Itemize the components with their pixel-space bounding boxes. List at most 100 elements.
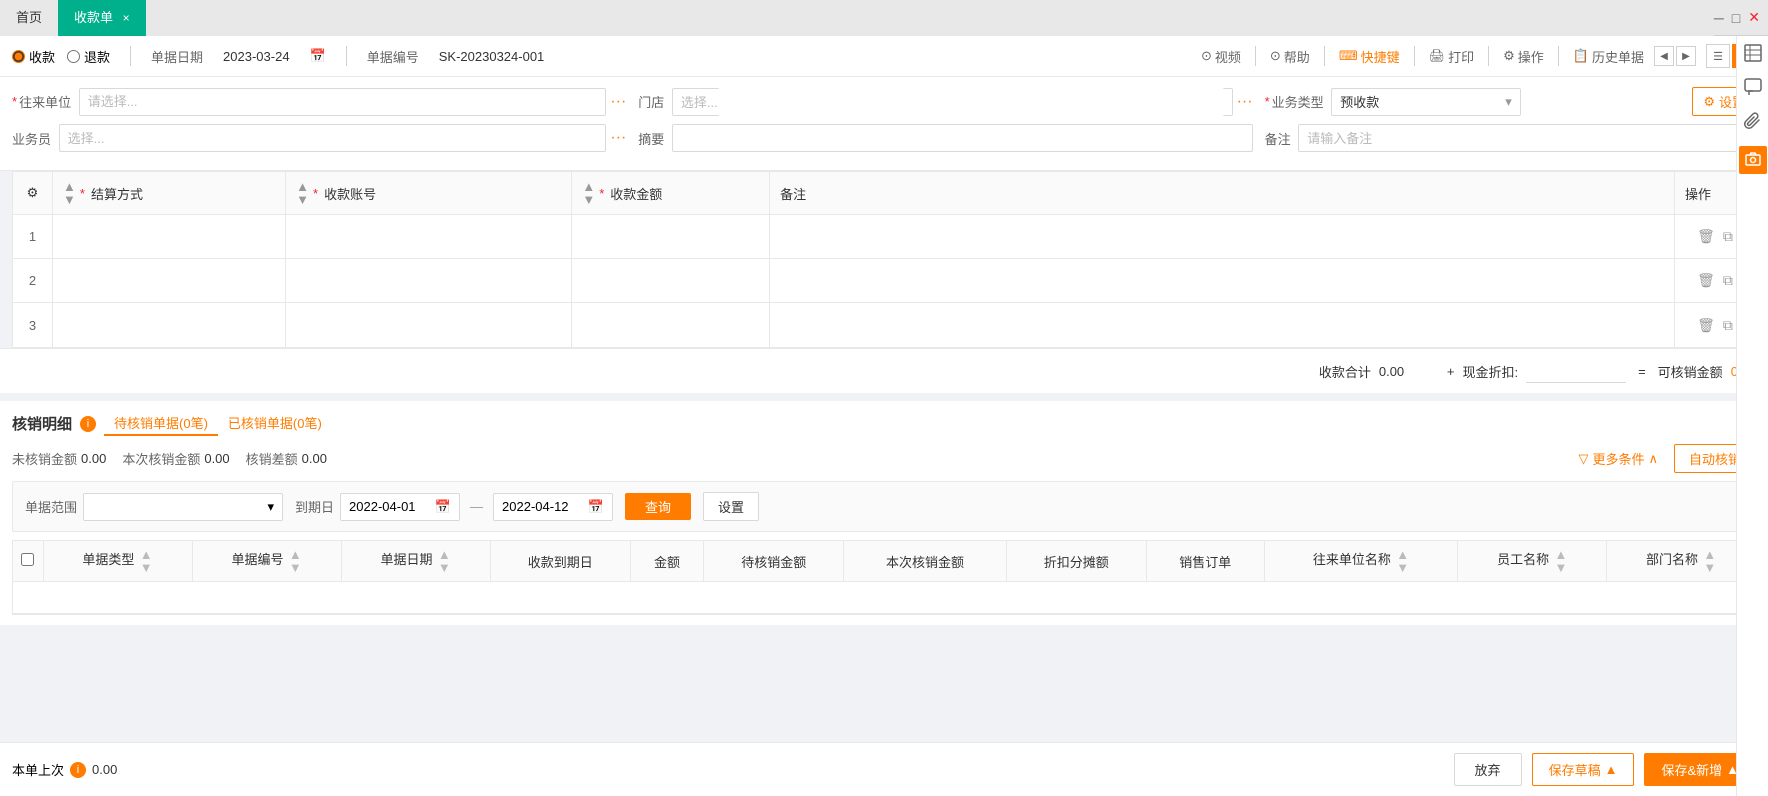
row3-copy-icon[interactable]: ⧉ bbox=[1723, 317, 1733, 334]
salesperson-more-btn[interactable]: ··· bbox=[610, 130, 626, 146]
bottom-table: 单据类型 ▲▼ 单据编号 ▲▼ 单据日期 ▲▼ 收款到期日 bbox=[12, 540, 1756, 615]
row2-amount[interactable] bbox=[572, 259, 770, 302]
order-info-icon[interactable]: i bbox=[70, 762, 86, 778]
date-end-input[interactable]: 2022-04-12 📅 bbox=[493, 493, 613, 521]
empty-row bbox=[13, 582, 1755, 614]
range-select[interactable]: ▾ bbox=[83, 493, 283, 521]
tab-home[interactable]: 首页 bbox=[0, 0, 58, 36]
video-btn[interactable]: ⊙ 视频 bbox=[1201, 47, 1241, 66]
verification-section: 核销明细 i 待核销单据(0笔) 已核销单据(0笔) 未核销金额 0.00 本次… bbox=[0, 401, 1768, 625]
store-more-btn[interactable]: ··· bbox=[1237, 94, 1253, 110]
next-arrow[interactable]: ▶ bbox=[1676, 46, 1696, 66]
sidebar-chat-icon[interactable] bbox=[1744, 78, 1762, 96]
store-select[interactable]: 选择... bbox=[672, 88, 1233, 116]
section-title-text: 核销明细 bbox=[12, 413, 72, 434]
row1-amount[interactable] bbox=[572, 215, 770, 258]
discount-label: 现金折扣: bbox=[1462, 362, 1518, 381]
tab-receipt[interactable]: 收款单 × bbox=[58, 0, 146, 36]
row2-delete-icon[interactable]: 🗑 bbox=[1697, 272, 1715, 289]
row1-remark[interactable] bbox=[770, 215, 1675, 258]
sales-order-col-header: 销售订单 bbox=[1146, 541, 1264, 582]
prev-arrow[interactable]: ◀ bbox=[1654, 46, 1674, 66]
unchecked-label: 未核销金额 bbox=[12, 449, 77, 468]
number-label: 单据编号 bbox=[367, 47, 419, 66]
save-draft-btn[interactable]: 保存草稿 ▲ bbox=[1532, 753, 1635, 786]
row3-settlement[interactable] bbox=[53, 303, 286, 347]
radio-receive[interactable]: 收款 bbox=[12, 47, 55, 66]
number-col-header: 单据编号 ▲▼ bbox=[192, 541, 341, 582]
window-close-icon[interactable]: ✕ bbox=[1748, 9, 1760, 26]
salesperson-input[interactable] bbox=[59, 124, 607, 152]
save-draft-arrow[interactable]: ▲ bbox=[1605, 762, 1618, 777]
equals-sign: = bbox=[1638, 364, 1646, 379]
row1-delete-icon[interactable]: 🗑 bbox=[1697, 228, 1715, 245]
calendar-icon[interactable]: 📅 bbox=[310, 48, 326, 64]
counterparty-input[interactable] bbox=[79, 88, 607, 116]
checkbox-col-header bbox=[13, 541, 43, 582]
sidebar-screenshot-icon[interactable] bbox=[1739, 146, 1767, 174]
current-stat: 本次核销金额 0.00 bbox=[122, 449, 229, 468]
discard-btn[interactable]: 放弃 bbox=[1454, 753, 1522, 786]
print-btn[interactable]: 🖨 打印 bbox=[1429, 47, 1475, 66]
sidebar-attachment-icon[interactable] bbox=[1744, 112, 1762, 130]
business-type-arrow: ▾ bbox=[1505, 94, 1512, 110]
bottom-table-header: 单据类型 ▲▼ 单据编号 ▲▼ 单据日期 ▲▼ 收款到期日 bbox=[13, 541, 1755, 582]
store-label: 门店 bbox=[638, 92, 664, 111]
form-row-2: 业务员 ··· 摘要 备注 bbox=[12, 124, 1756, 152]
tab-spacer bbox=[146, 0, 1714, 36]
pending-tab[interactable]: 待核销单据(0笔) bbox=[104, 411, 218, 436]
more-conditions-btn[interactable]: ▽ 更多条件 ∧ bbox=[1578, 449, 1658, 468]
footer-left: 本单上次 i 0.00 bbox=[12, 760, 117, 779]
row1-account[interactable] bbox=[286, 215, 572, 258]
date-sep: — bbox=[470, 499, 483, 514]
sep2 bbox=[346, 46, 347, 66]
operations-btn[interactable]: ⚙ 操作 bbox=[1503, 47, 1544, 66]
department-col-header: 部门名称 ▲▼ bbox=[1607, 541, 1755, 582]
counterparty-more-btn[interactable]: ··· bbox=[610, 94, 626, 110]
list-view-icon[interactable]: ☰ bbox=[1706, 44, 1730, 68]
right-sidebar bbox=[1736, 36, 1768, 796]
business-type-select[interactable]: 预收款 ▾ bbox=[1331, 88, 1521, 116]
due-label: 到期日 bbox=[295, 497, 334, 516]
row2-account[interactable] bbox=[286, 259, 572, 302]
table-row: 1 🗑 ⧉ bbox=[13, 215, 1755, 259]
row3-account[interactable] bbox=[286, 303, 572, 347]
settings-col-header[interactable]: ⚙ bbox=[13, 172, 53, 214]
radio-refund[interactable]: 退款 bbox=[67, 47, 110, 66]
shortcut-btn[interactable]: ⌨ 快捷键 bbox=[1339, 47, 1400, 66]
date-start-input[interactable]: 2022-04-01 📅 bbox=[340, 493, 460, 521]
help-btn[interactable]: ⊙ 帮助 bbox=[1270, 47, 1310, 66]
total-value: 0.00 bbox=[1379, 364, 1439, 379]
filter-settings-btn[interactable]: 设置 bbox=[703, 492, 759, 521]
info-icon[interactable]: i bbox=[80, 416, 96, 432]
row3-delete-icon[interactable]: 🗑 bbox=[1697, 317, 1715, 334]
diff-label: 核销差额 bbox=[246, 449, 298, 468]
radio-group: 收款 退款 bbox=[12, 47, 110, 66]
verified-tab[interactable]: 已核销单据(0笔) bbox=[218, 411, 332, 436]
settlement-header: ▲▼ *结算方式 bbox=[53, 172, 286, 214]
calendar-icon: 📅 bbox=[435, 499, 451, 515]
row3-amount[interactable] bbox=[572, 303, 770, 347]
unchecked-value: 0.00 bbox=[81, 451, 106, 466]
notes-input[interactable] bbox=[1298, 124, 1756, 152]
row2-copy-icon[interactable]: ⧉ bbox=[1723, 272, 1733, 289]
window-minimize-icon[interactable]: ─ bbox=[1714, 10, 1724, 26]
row3-num: 3 bbox=[13, 303, 53, 347]
row2-remark[interactable] bbox=[770, 259, 1675, 302]
discount-input[interactable] bbox=[1526, 359, 1626, 383]
row3-remark[interactable] bbox=[770, 303, 1675, 347]
summary-input[interactable] bbox=[672, 124, 1253, 152]
tab-close-icon[interactable]: × bbox=[123, 11, 130, 25]
sidebar-table-icon[interactable] bbox=[1744, 44, 1762, 62]
window-maximize-icon[interactable]: □ bbox=[1732, 10, 1740, 26]
row2-settlement[interactable] bbox=[53, 259, 286, 302]
query-btn[interactable]: 查询 bbox=[625, 493, 691, 520]
counterparty-col-header: 往来单位名称 ▲▼ bbox=[1264, 541, 1457, 582]
history-btn[interactable]: 📋 历史单据 bbox=[1573, 47, 1644, 66]
select-all-checkbox[interactable] bbox=[21, 553, 34, 566]
row1-copy-icon[interactable]: ⧉ bbox=[1723, 228, 1733, 245]
employee-col-header: 员工名称 ▲▼ bbox=[1458, 541, 1607, 582]
due-date-filter: 到期日 2022-04-01 📅 — 2022-04-12 📅 bbox=[295, 493, 613, 521]
row1-settlement[interactable] bbox=[53, 215, 286, 258]
summary-field: 摘要 bbox=[638, 124, 1252, 152]
